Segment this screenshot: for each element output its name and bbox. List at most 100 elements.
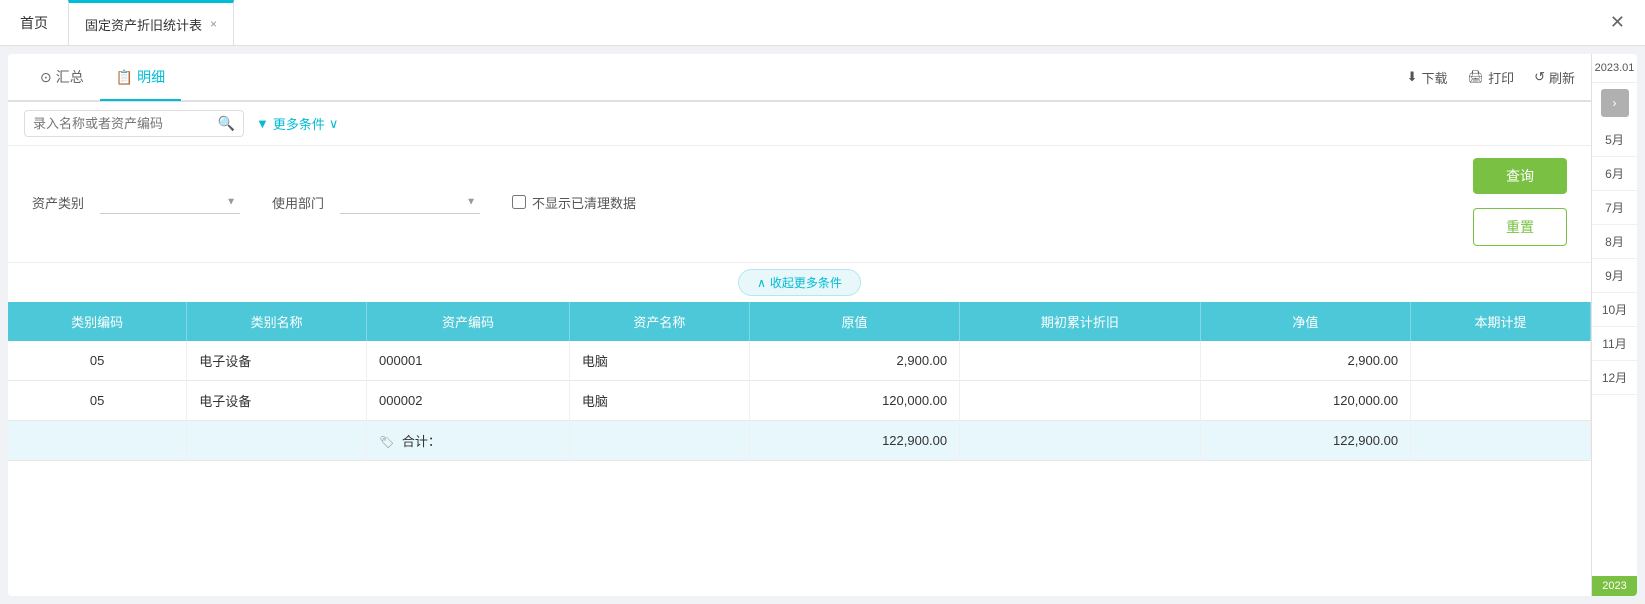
summary-row: 🏷 合计： 122,900.00 122,900.00	[8, 421, 1591, 461]
search-icon: 🔍	[218, 115, 235, 132]
inner-content: ⊙ 汇总 📋 明细 ⬇ 下载 🖨 打印	[8, 54, 1591, 596]
detail-icon: 📋	[116, 69, 133, 86]
content-wrapper: ⊙ 汇总 📋 明细 ⬇ 下载 🖨 打印	[8, 54, 1637, 596]
hide-cleared-label[interactable]: 不显示已清理数据	[512, 193, 636, 212]
btn-group: 查询 重置	[1473, 158, 1567, 246]
download-icon: ⬇	[1407, 69, 1418, 85]
tab-detail-label: 明细	[137, 67, 165, 87]
cell-category-name-1: 电子设备	[187, 341, 367, 381]
col-asset-code: 资产编码	[367, 302, 570, 341]
cell-net-value-1: 2,900.00	[1200, 341, 1410, 381]
asset-category-select-wrap: ▼	[100, 190, 240, 214]
print-action[interactable]: 🖨 打印	[1468, 68, 1515, 87]
sub-tab-actions: ⬇ 下载 🖨 打印 ↺ 刷新	[1407, 68, 1575, 87]
table-wrap: 类别编码 类别名称 资产编码 资产名称 原值 期初累计折旧 净值 本期计提 05	[8, 302, 1591, 596]
summary-accum-dep	[960, 421, 1201, 461]
reset-button[interactable]: 重置	[1473, 208, 1567, 246]
summary-empty-4	[569, 421, 749, 461]
more-conditions-btn[interactable]: ▼ 更多条件 ∨	[256, 114, 338, 133]
tab-active-label: 固定资产折旧统计表	[85, 15, 202, 34]
summary-empty-2	[187, 421, 367, 461]
cell-category-code-1: 05	[8, 341, 187, 381]
month-item-11[interactable]: 11月	[1592, 327, 1637, 361]
window-close-button[interactable]: ✕	[1590, 12, 1645, 33]
month-item-7[interactable]: 7月	[1592, 191, 1637, 225]
summary-label: 合计：	[402, 434, 441, 449]
table-row: 05 电子设备 000002 电脑 120,000.00 120,000.00	[8, 381, 1591, 421]
table-row: 05 电子设备 000001 电脑 2,900.00 2,900.00	[8, 341, 1591, 381]
tab-detail[interactable]: 📋 明细	[100, 55, 181, 101]
col-asset-name: 资产名称	[569, 302, 749, 341]
month-item-8[interactable]: 8月	[1592, 225, 1637, 259]
summary-empty-3: 🏷 合计：	[367, 421, 570, 461]
tab-bar: 首页 固定资产折旧统计表 × ✕	[0, 0, 1645, 46]
filter-bar: 🔍 ▼ 更多条件 ∨	[8, 102, 1591, 146]
collapse-bar: ∧ 收起更多条件	[8, 263, 1591, 302]
summary-icon: ⊙	[40, 69, 52, 86]
data-table: 类别编码 类别名称 资产编码 资产名称 原值 期初累计折旧 净值 本期计提 05	[8, 302, 1591, 461]
query-button[interactable]: 查询	[1473, 158, 1567, 194]
sidebar-nav-arrow[interactable]: ›	[1601, 89, 1629, 117]
cell-accum-dep-2	[960, 381, 1201, 421]
download-label: 下载	[1422, 68, 1448, 87]
cell-net-value-2: 120,000.00	[1200, 381, 1410, 421]
adv-filter-panel: 资产类别 ▼ 使用部门	[8, 146, 1591, 263]
department-select-wrap: ▼	[340, 190, 480, 214]
month-list: 5月 6月 7月 8月 9月 10月 11月 12月	[1592, 123, 1637, 576]
filter-icon: ▼	[256, 116, 269, 131]
col-category-code: 类别编码	[8, 302, 187, 341]
tab-close-button[interactable]: ×	[210, 17, 217, 31]
asset-category-field: 资产类别 ▼	[32, 190, 240, 214]
refresh-action[interactable]: ↺ 刷新	[1534, 68, 1575, 87]
summary-original-value: 122,900.00	[749, 421, 959, 461]
collapse-label: 收起更多条件	[770, 274, 842, 291]
collapse-button[interactable]: ∧ 收起更多条件	[738, 269, 861, 296]
summary-net-value: 122,900.00	[1200, 421, 1410, 461]
col-period-depreciation: 本期计提	[1411, 302, 1591, 341]
right-sidebar: 2023.01 › 5月 6月 7月 8月 9月 10月 11月 12月 202…	[1591, 54, 1637, 596]
col-category-name: 类别名称	[187, 302, 367, 341]
summary-period-dep	[1411, 421, 1591, 461]
print-label: 打印	[1488, 68, 1514, 87]
asset-category-select[interactable]	[100, 190, 240, 214]
sub-tab-bar: ⊙ 汇总 📋 明细 ⬇ 下载 🖨 打印	[8, 54, 1591, 102]
cell-accum-dep-1	[960, 341, 1201, 381]
department-field: 使用部门 ▼	[272, 190, 480, 214]
cell-category-name-2: 电子设备	[187, 381, 367, 421]
month-item-9[interactable]: 9月	[1592, 259, 1637, 293]
tab-active[interactable]: 固定资产折旧统计表 ×	[68, 0, 234, 45]
summary-empty-1	[8, 421, 187, 461]
print-icon: 🖨	[1468, 69, 1485, 85]
cell-asset-code-2: 000002	[367, 381, 570, 421]
cell-original-value-1: 2,900.00	[749, 341, 959, 381]
search-input[interactable]	[33, 116, 218, 131]
collapse-up-icon: ∧	[757, 276, 766, 290]
asset-category-label: 资产类别	[32, 193, 92, 212]
table-header-row: 类别编码 类别名称 资产编码 资产名称 原值 期初累计折旧 净值 本期计提	[8, 302, 1591, 341]
refresh-icon: ↺	[1534, 69, 1545, 85]
year-badge[interactable]: 2023	[1592, 576, 1637, 596]
search-input-wrap[interactable]: 🔍	[24, 110, 244, 137]
tab-home[interactable]: 首页	[0, 0, 68, 45]
col-net-value: 净值	[1200, 302, 1410, 341]
col-accum-depreciation: 期初累计折旧	[960, 302, 1201, 341]
download-action[interactable]: ⬇ 下载	[1407, 68, 1448, 87]
refresh-label: 刷新	[1549, 68, 1575, 87]
cell-asset-name-1: 电脑	[569, 341, 749, 381]
cell-asset-name-2: 电脑	[569, 381, 749, 421]
month-item-6[interactable]: 6月	[1592, 157, 1637, 191]
tab-summary-label: 汇总	[56, 67, 84, 87]
department-select[interactable]	[340, 190, 480, 214]
col-original-value: 原值	[749, 302, 959, 341]
more-conditions-label: 更多条件	[273, 114, 325, 133]
summary-icon: 🏷	[379, 435, 394, 449]
cell-period-dep-1	[1411, 341, 1591, 381]
month-item-10[interactable]: 10月	[1592, 293, 1637, 327]
hide-cleared-text: 不显示已清理数据	[532, 193, 636, 212]
cell-period-dep-2	[1411, 381, 1591, 421]
tab-summary[interactable]: ⊙ 汇总	[24, 55, 100, 101]
month-item-12[interactable]: 12月	[1592, 361, 1637, 395]
month-item-5[interactable]: 5月	[1592, 123, 1637, 157]
adv-filter-row: 资产类别 ▼ 使用部门	[32, 158, 1567, 246]
hide-cleared-checkbox[interactable]	[512, 195, 526, 209]
